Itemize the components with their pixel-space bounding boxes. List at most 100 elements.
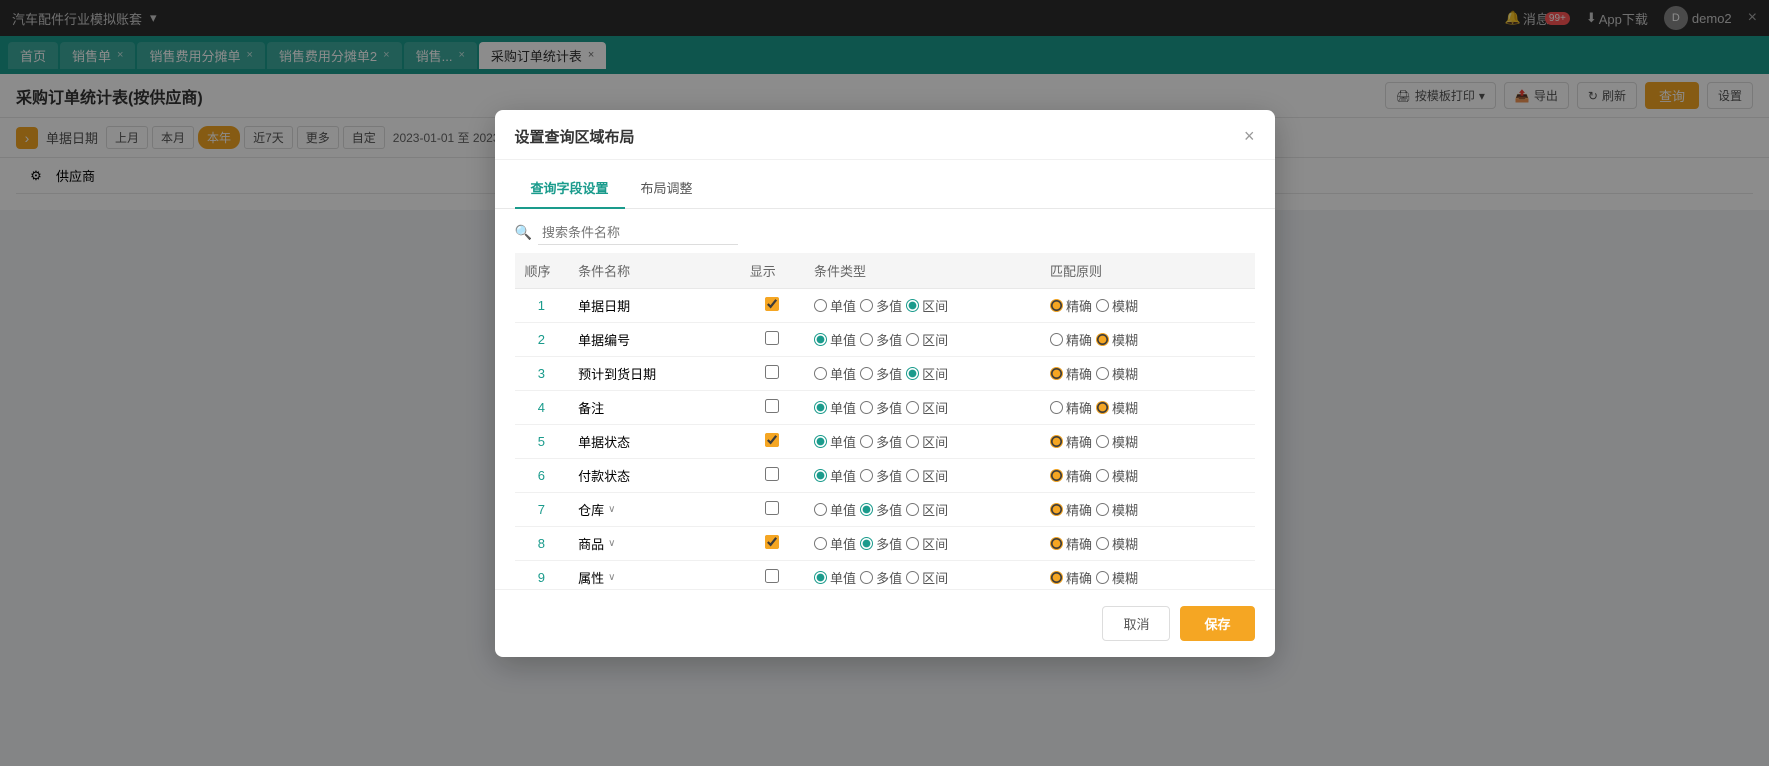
row-order: 3: [515, 356, 569, 390]
row-order: 9: [515, 560, 569, 589]
type-radio-单值[interactable]: 单值: [814, 398, 856, 417]
type-radio-区间[interactable]: 区间: [906, 364, 948, 383]
type-radio-单值[interactable]: 单值: [814, 534, 856, 553]
dialog-close-button[interactable]: ×: [1244, 127, 1255, 145]
type-radio-group: 单值多值区间: [814, 466, 1030, 485]
type-radio-多值[interactable]: 多值: [860, 364, 902, 383]
row-type: 单值多值区间: [804, 492, 1040, 526]
type-radio-多值[interactable]: 多值: [860, 330, 902, 349]
match-radio-精确[interactable]: 精确: [1050, 364, 1092, 383]
match-radio-模糊[interactable]: 模糊: [1096, 296, 1138, 315]
match-radio-精确[interactable]: 精确: [1050, 398, 1092, 417]
type-radio-区间[interactable]: 区间: [906, 398, 948, 417]
type-radio-区间[interactable]: 区间: [906, 568, 948, 587]
table-row: 8 商品 ∨ 单值多值区间 精确模糊: [515, 526, 1255, 560]
type-radio-单值[interactable]: 单值: [814, 364, 856, 383]
match-radio-模糊[interactable]: 模糊: [1096, 466, 1138, 485]
match-radio-模糊[interactable]: 模糊: [1096, 534, 1138, 553]
table-row: 6付款状态单值多值区间精确模糊: [515, 458, 1255, 492]
match-radio-精确[interactable]: 精确: [1050, 432, 1092, 451]
type-radio-多值[interactable]: 多值: [860, 296, 902, 315]
cond-table-header-wrapper: 顺序 条件名称 显示 条件类型 匹配原则: [495, 245, 1275, 289]
save-button[interactable]: 保存: [1180, 606, 1254, 641]
match-radio-group: 精确模糊: [1050, 330, 1245, 349]
dialog-title: 设置查询区域布局: [515, 126, 635, 147]
show-checkbox[interactable]: [765, 501, 779, 515]
type-radio-区间[interactable]: 区间: [906, 500, 948, 519]
type-radio-group: 单值多值区间: [814, 568, 1030, 587]
th-name: 条件名称: [568, 253, 740, 289]
match-radio-group: 精确模糊: [1050, 500, 1245, 519]
show-checkbox[interactable]: [765, 433, 779, 447]
match-radio-group: 精确模糊: [1050, 534, 1245, 553]
row-type: 单值多值区间: [804, 356, 1040, 390]
match-radio-精确[interactable]: 精确: [1050, 568, 1092, 587]
row-match: 精确模糊: [1040, 526, 1255, 560]
table-row: 3预计到货日期单值多值区间精确模糊: [515, 356, 1255, 390]
name-with-dropdown[interactable]: 商品 ∨: [578, 534, 730, 553]
show-checkbox[interactable]: [765, 297, 779, 311]
row-type: 单值多值区间: [804, 289, 1040, 323]
row-name: 备注: [568, 390, 740, 424]
show-checkbox[interactable]: [765, 467, 779, 481]
table-row: 2单据编号单值多值区间精确模糊: [515, 322, 1255, 356]
row-show: [740, 322, 804, 356]
tab-query-fields[interactable]: 查询字段设置: [515, 172, 625, 209]
name-with-dropdown[interactable]: 仓库 ∨: [578, 500, 730, 519]
type-radio-多值[interactable]: 多值: [860, 466, 902, 485]
match-radio-精确[interactable]: 精确: [1050, 466, 1092, 485]
type-radio-区间[interactable]: 区间: [906, 296, 948, 315]
dialog-header: 设置查询区域布局 ×: [495, 110, 1275, 160]
type-radio-多值[interactable]: 多值: [860, 432, 902, 451]
match-radio-精确[interactable]: 精确: [1050, 500, 1092, 519]
type-radio-多值[interactable]: 多值: [860, 500, 902, 519]
type-radio-单值[interactable]: 单值: [814, 296, 856, 315]
type-radio-区间[interactable]: 区间: [906, 534, 948, 553]
row-type: 单值多值区间: [804, 458, 1040, 492]
dialog-search-input[interactable]: [538, 221, 738, 245]
type-radio-单值[interactable]: 单值: [814, 330, 856, 349]
type-radio-区间[interactable]: 区间: [906, 432, 948, 451]
row-show: [740, 356, 804, 390]
type-radio-多值[interactable]: 多值: [860, 568, 902, 587]
match-radio-模糊[interactable]: 模糊: [1096, 432, 1138, 451]
show-checkbox[interactable]: [765, 569, 779, 583]
match-radio-模糊[interactable]: 模糊: [1096, 500, 1138, 519]
type-radio-group: 单值多值区间: [814, 398, 1030, 417]
row-name: 单据日期: [568, 289, 740, 323]
type-radio-区间[interactable]: 区间: [906, 330, 948, 349]
tab-layout-adjust[interactable]: 布局调整: [625, 172, 709, 209]
name-with-dropdown[interactable]: 属性 ∨: [578, 568, 730, 587]
dropdown-arrow-icon: ∨: [608, 504, 615, 515]
conditions-table-scroll[interactable]: 1单据日期单值多值区间精确模糊2单据编号单值多值区间精确模糊3预计到货日期单值多…: [495, 289, 1275, 589]
match-radio-模糊[interactable]: 模糊: [1096, 398, 1138, 417]
type-radio-group: 单值多值区间: [814, 500, 1030, 519]
cancel-button[interactable]: 取消: [1102, 606, 1170, 641]
row-name: 属性 ∨: [568, 560, 740, 589]
row-order: 8: [515, 526, 569, 560]
match-radio-模糊[interactable]: 模糊: [1096, 330, 1138, 349]
show-checkbox[interactable]: [765, 399, 779, 413]
row-name: 预计到货日期: [568, 356, 740, 390]
show-checkbox[interactable]: [765, 535, 779, 549]
type-radio-多值[interactable]: 多值: [860, 398, 902, 417]
match-radio-模糊[interactable]: 模糊: [1096, 568, 1138, 587]
match-radio-模糊[interactable]: 模糊: [1096, 364, 1138, 383]
show-checkbox[interactable]: [765, 365, 779, 379]
type-radio-区间[interactable]: 区间: [906, 466, 948, 485]
type-radio-单值[interactable]: 单值: [814, 568, 856, 587]
row-match: 精确模糊: [1040, 322, 1255, 356]
match-radio-精确[interactable]: 精确: [1050, 296, 1092, 315]
type-radio-group: 单值多值区间: [814, 330, 1030, 349]
show-checkbox[interactable]: [765, 331, 779, 345]
type-radio-单值[interactable]: 单值: [814, 466, 856, 485]
match-radio-精确[interactable]: 精确: [1050, 534, 1092, 553]
type-radio-单值[interactable]: 单值: [814, 500, 856, 519]
row-show: [740, 390, 804, 424]
row-match: 精确模糊: [1040, 356, 1255, 390]
match-radio-精确[interactable]: 精确: [1050, 330, 1092, 349]
dialog-search-icon: 🔍: [515, 224, 532, 241]
type-radio-单值[interactable]: 单值: [814, 432, 856, 451]
dropdown-arrow-icon: ∨: [608, 538, 615, 549]
type-radio-多值[interactable]: 多值: [860, 534, 902, 553]
